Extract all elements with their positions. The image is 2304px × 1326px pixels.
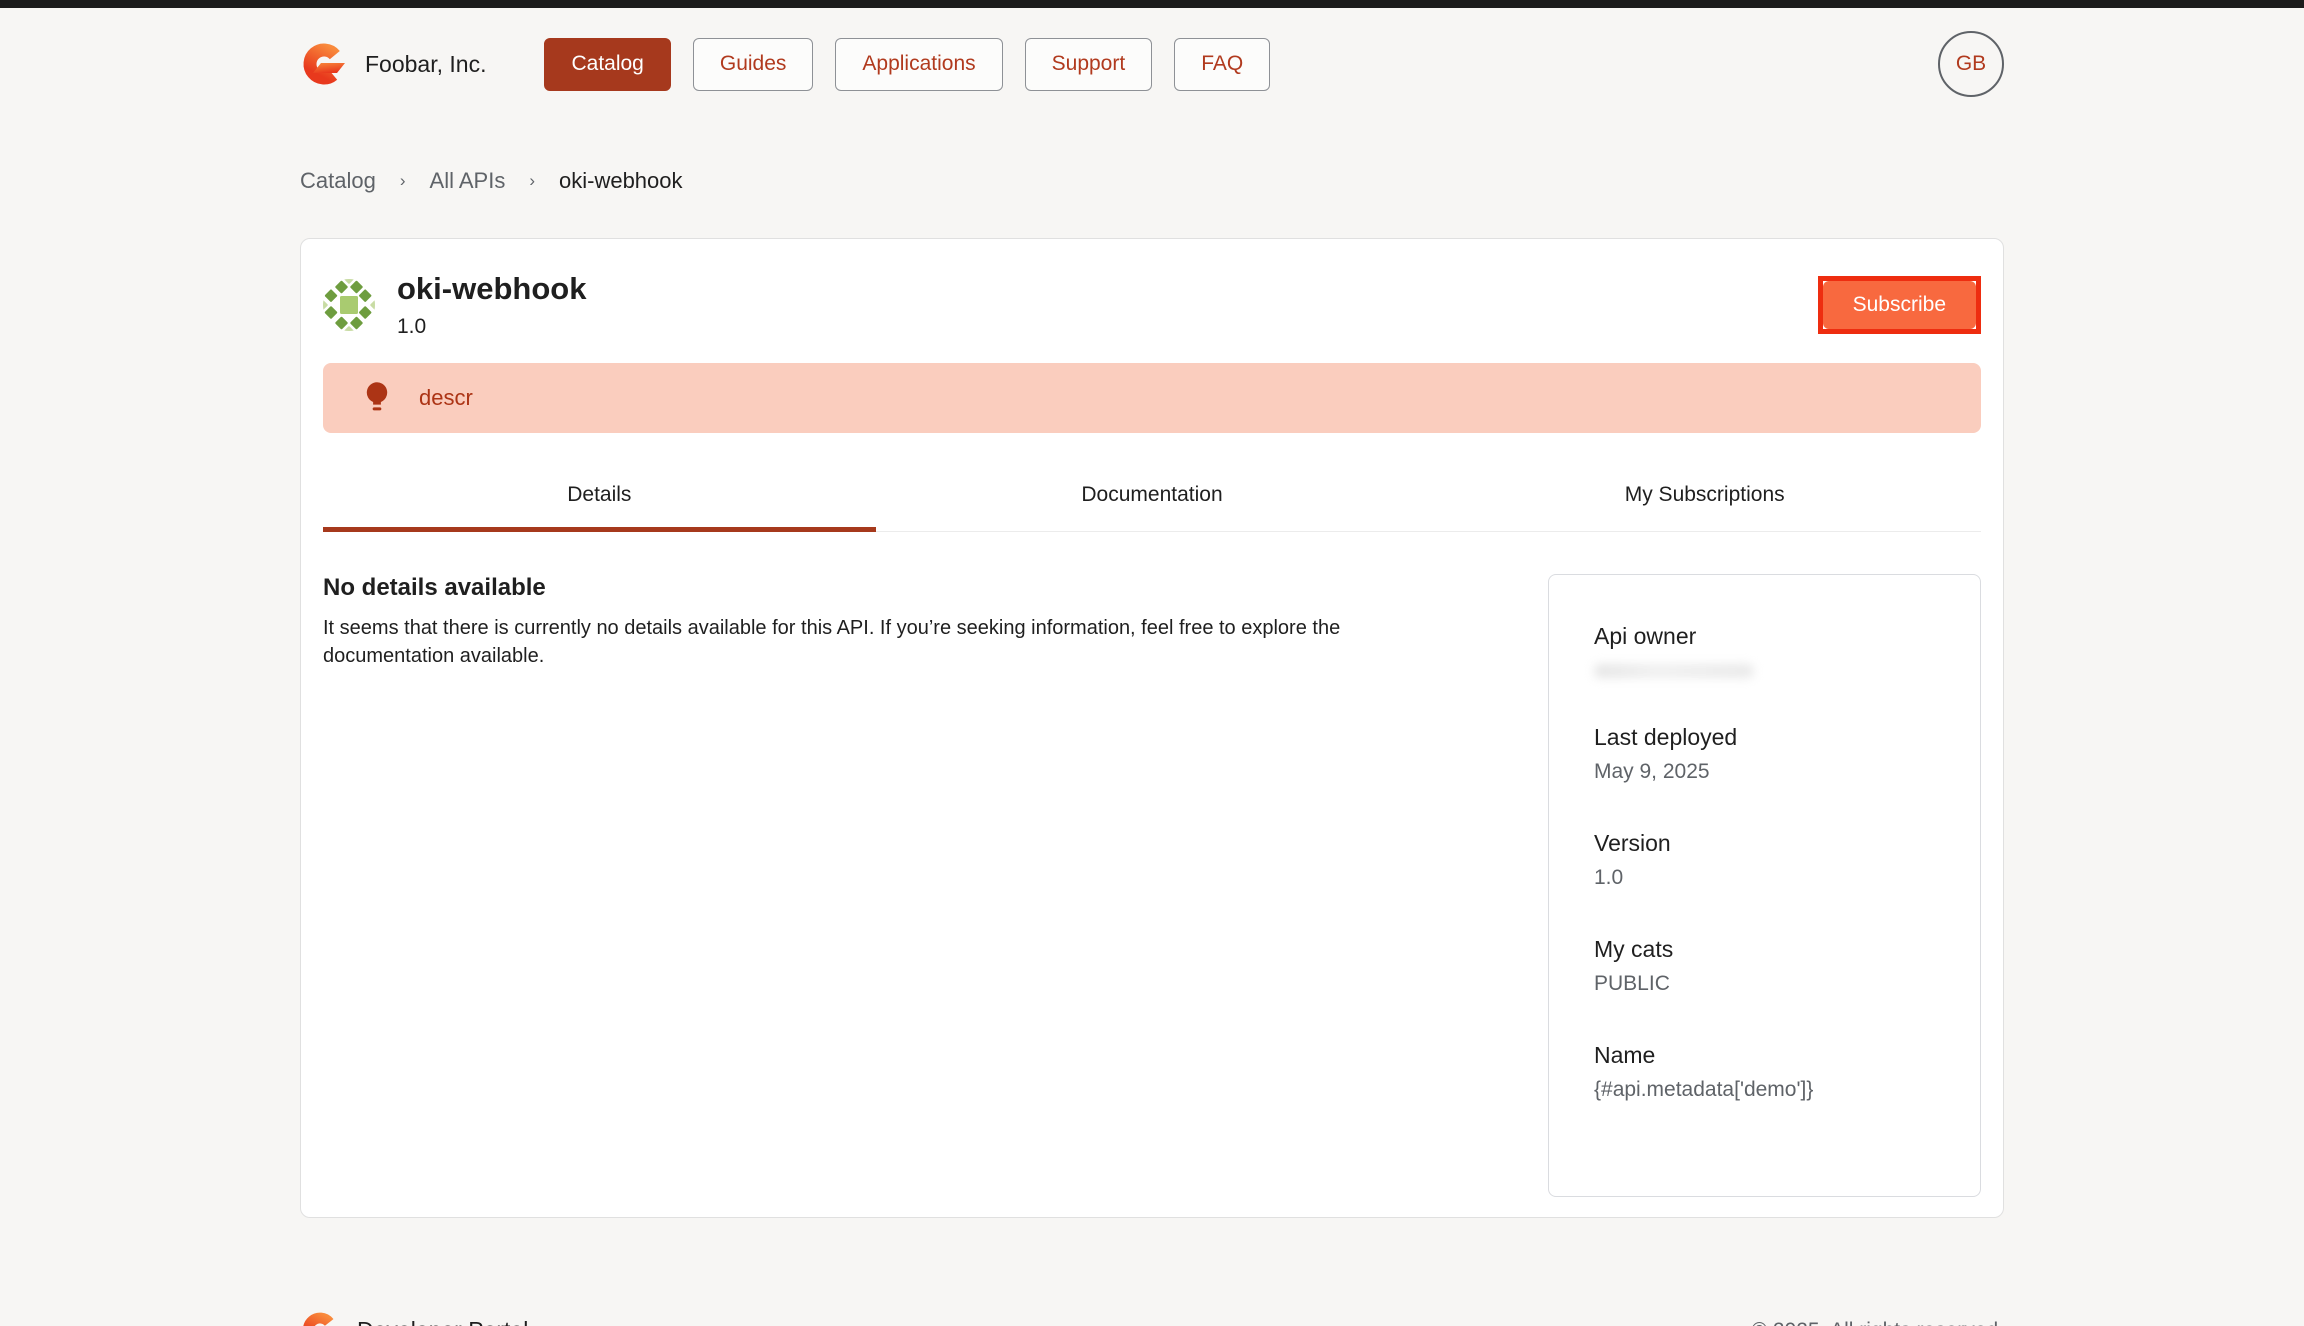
api-title-block: oki-webhook 1.0 <box>397 271 586 339</box>
tab-bar: Details Documentation My Subscriptions <box>323 469 1981 532</box>
api-owner-redacted-value <box>1594 664 1754 678</box>
breadcrumb: Catalog › All APIs › oki-webhook <box>300 168 2004 194</box>
page: Foobar, Inc. Catalog Guides Applications… <box>0 0 2304 1326</box>
api-info-panel: Api owner Last deployed May 9, 2025 Vers… <box>1548 574 1981 1197</box>
name-label: Name <box>1594 1042 1935 1069</box>
tab-documentation[interactable]: Documentation <box>876 469 1429 532</box>
info-group-api-owner: Api owner <box>1594 623 1935 678</box>
subscribe-highlight-box: Subscribe <box>1818 276 1981 334</box>
footer-brand: Developer Portal <box>300 1308 528 1326</box>
api-owner-label: Api owner <box>1594 623 1935 650</box>
version-value: 1.0 <box>1594 866 1935 890</box>
user-avatar[interactable]: GB <box>1938 31 2004 97</box>
main-nav: Catalog Guides Applications Support FAQ <box>544 38 1270 91</box>
subscribe-button[interactable]: Subscribe <box>1823 281 1976 329</box>
last-deployed-label: Last deployed <box>1594 724 1935 751</box>
my-cats-value: PUBLIC <box>1594 972 1935 996</box>
breadcrumb-catalog[interactable]: Catalog <box>300 168 376 194</box>
api-title: oki-webhook <box>397 271 586 307</box>
tab-my-subscriptions[interactable]: My Subscriptions <box>1428 469 1981 532</box>
api-avatar-icon <box>323 279 375 331</box>
tab-details[interactable]: Details <box>323 469 876 532</box>
info-group-name: Name {#api.metadata['demo']} <box>1594 1042 1935 1102</box>
brand-name: Foobar, Inc. <box>365 51 486 78</box>
nav-button-support[interactable]: Support <box>1025 38 1153 91</box>
api-card: oki-webhook 1.0 Subscribe descr <box>300 238 2004 1218</box>
nav-button-faq[interactable]: FAQ <box>1174 38 1270 91</box>
description-banner-text: descr <box>419 385 473 411</box>
details-panel: No details available It seems that there… <box>323 574 1486 670</box>
lightbulb-icon <box>363 380 391 417</box>
my-cats-label: My cats <box>1594 936 1935 963</box>
chevron-right-icon: › <box>529 171 535 191</box>
info-group-version: Version 1.0 <box>1594 830 1935 890</box>
breadcrumb-current-api: oki-webhook <box>559 168 683 194</box>
description-banner: descr <box>323 363 1981 433</box>
api-version: 1.0 <box>397 315 586 339</box>
nav-button-guides[interactable]: Guides <box>693 38 814 91</box>
copyright-text: © 2025. All rights reserved. <box>1752 1319 2004 1326</box>
info-group-last-deployed: Last deployed May 9, 2025 <box>1594 724 1935 784</box>
details-empty-body: It seems that there is currently no deta… <box>323 614 1473 670</box>
footer-brand-name: Developer Portal <box>357 1317 528 1326</box>
tab-content: No details available It seems that there… <box>323 574 1981 1197</box>
site-footer: Developer Portal © 2025. All rights rese… <box>300 1308 2004 1326</box>
window-top-bar <box>0 0 2304 8</box>
info-group-my-cats: My cats PUBLIC <box>1594 936 1935 996</box>
brand-logo-icon <box>300 38 348 91</box>
brand[interactable]: Foobar, Inc. <box>300 38 486 91</box>
version-label: Version <box>1594 830 1935 857</box>
name-value: {#api.metadata['demo']} <box>1594 1078 1935 1102</box>
nav-button-catalog[interactable]: Catalog <box>544 38 670 91</box>
chevron-right-icon: › <box>400 171 406 191</box>
breadcrumb-all-apis[interactable]: All APIs <box>430 168 506 194</box>
brand-logo-icon <box>300 1308 340 1326</box>
last-deployed-value: May 9, 2025 <box>1594 760 1935 784</box>
details-empty-heading: No details available <box>323 574 1486 602</box>
site-header: Foobar, Inc. Catalog Guides Applications… <box>300 8 2004 120</box>
nav-button-applications[interactable]: Applications <box>835 38 1002 91</box>
api-card-header: oki-webhook 1.0 Subscribe <box>323 263 1981 353</box>
